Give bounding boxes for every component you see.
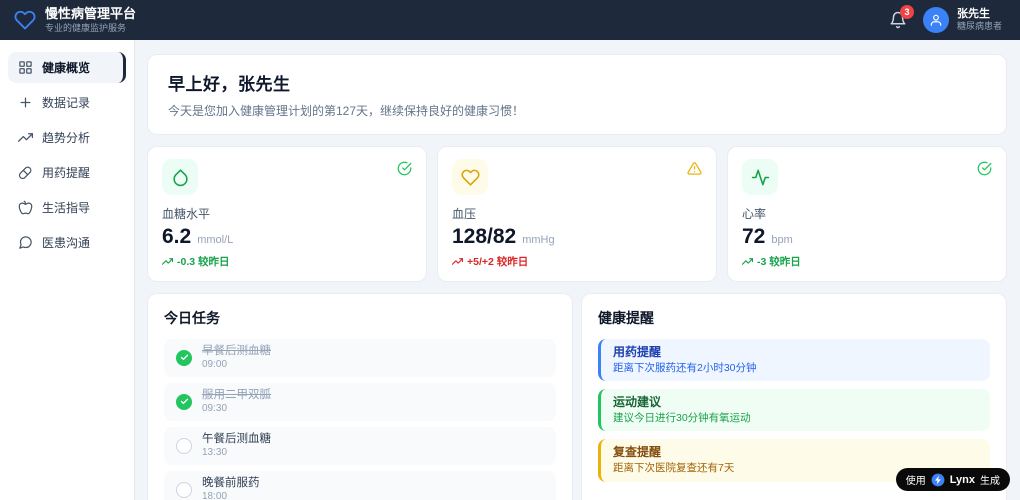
trending-up-icon xyxy=(18,130,33,145)
task-row[interactable]: 服用二甲双胍 09:30 xyxy=(164,382,556,421)
sidebar-item-label: 医患沟通 xyxy=(42,236,91,250)
notification-badge: 3 xyxy=(899,5,914,19)
greeting-card: 早上好，张先生 今天是您加入健康管理计划的第127天，继续保持良好的健康习惯！ xyxy=(147,54,1007,135)
sidebar: 健康概览 数据记录 趋势分析 用药提醒 生活指导 医患沟通 xyxy=(0,40,135,500)
stat-label: 血压 xyxy=(452,207,477,221)
sidebar-item-label: 趋势分析 xyxy=(42,131,91,145)
reminder-title: 用药提醒 xyxy=(613,345,662,359)
person-icon xyxy=(930,14,942,26)
task-name: 晚餐前服药 xyxy=(202,476,260,489)
task-done-icon[interactable] xyxy=(176,349,192,366)
app-subtitle: 专业的健康监护服务 xyxy=(45,22,127,33)
brand: 慢性病管理平台 专业的健康监护服务 xyxy=(14,6,136,33)
stat-label: 血糖水平 xyxy=(162,207,211,221)
sidebar-item-life-guidance[interactable]: 生活指导 xyxy=(8,192,126,223)
stat-card-heart-rate[interactable]: 心率 72 bpm -3 较昨日 xyxy=(727,146,1007,282)
notification-bell-button[interactable]: 3 xyxy=(889,5,914,29)
main-content: 早上好，张先生 今天是您加入健康管理计划的第127天，继续保持良好的健康习惯！ … xyxy=(135,40,1020,500)
stat-trend: -0.3 较昨日 xyxy=(162,254,412,269)
trend-arrow-icon xyxy=(742,258,753,265)
sidebar-item-label: 生活指导 xyxy=(42,201,91,215)
sidebar-item-health-overview[interactable]: 健康概览 xyxy=(8,52,126,83)
alert-triangle-icon xyxy=(687,161,702,176)
stat-card-blood-sugar[interactable]: 血糖水平 6.2 mmol/L -0.3 较昨日 xyxy=(147,146,427,282)
trend-arrow-icon xyxy=(162,258,173,265)
plus-icon xyxy=(18,95,33,110)
stat-unit: bpm xyxy=(771,234,793,246)
task-todo-icon[interactable] xyxy=(176,437,192,454)
task-done-icon[interactable] xyxy=(176,393,192,410)
check-circle-icon xyxy=(397,161,412,176)
today-tasks-panel: 今日任务 早餐后测血糖 09:00 服用二甲双胍 09:30 午餐后测血糖 13:30… xyxy=(147,293,573,500)
stat-value: 72 xyxy=(742,225,766,248)
heart-icon xyxy=(452,159,488,195)
task-time: 09:00 xyxy=(202,359,228,371)
stats-row: 血糖水平 6.2 mmol/L -0.3 较昨日 血压 128/82 mmHg xyxy=(147,146,1007,282)
task-name: 服用二甲双胍 xyxy=(202,388,271,401)
task-name: 早餐后测血糖 xyxy=(202,345,271,357)
pill-icon xyxy=(18,165,33,180)
chat-bubble-icon xyxy=(18,235,33,250)
stat-label: 心率 xyxy=(742,207,767,221)
badge-prefix: 使用 xyxy=(905,476,926,487)
sidebar-item-doctor-communication[interactable]: 医患沟通 xyxy=(8,227,126,258)
sidebar-item-label: 数据记录 xyxy=(42,96,91,110)
stat-trend: -3 较昨日 xyxy=(742,254,992,269)
user-avatar xyxy=(922,7,949,33)
task-name: 午餐后测血糖 xyxy=(202,432,271,445)
sidebar-item-label: 健康概览 xyxy=(42,61,91,75)
stat-value: 6.2 xyxy=(162,225,192,248)
badge-suffix: 生成 xyxy=(980,476,1000,487)
stat-unit: mmHg xyxy=(522,234,555,246)
task-todo-icon[interactable] xyxy=(176,481,192,498)
badge-brand: Lynx xyxy=(949,473,975,486)
stat-unit: mmol/L xyxy=(197,234,234,246)
droplet-icon xyxy=(162,159,198,195)
tasks-panel-title: 今日任务 xyxy=(164,310,220,326)
task-row[interactable]: 早餐后测血糖 09:00 xyxy=(164,339,556,377)
stat-card-blood-pressure[interactable]: 血压 128/82 mmHg +5/+2 较昨日 xyxy=(437,146,717,282)
reminder-desc: 距离下次服药还有2小时30分钟 xyxy=(613,361,757,374)
reminder-medication[interactable]: 用药提醒 距离下次服药还有2小时30分钟 xyxy=(598,339,990,382)
sidebar-item-label: 用药提醒 xyxy=(42,166,91,180)
app-header: 慢性病管理平台 专业的健康监护服务 3 张先生 糖尿病患者 xyxy=(0,0,1020,40)
trend-arrow-icon xyxy=(452,258,463,265)
reminder-exercise[interactable]: 运动建议 建议今日进行30分钟有氧运动 xyxy=(598,389,990,432)
check-circle-icon xyxy=(977,161,992,176)
app-title: 慢性病管理平台 xyxy=(45,6,137,22)
task-row[interactable]: 午餐后测血糖 13:30 xyxy=(164,426,556,465)
reminders-panel-title: 健康提醒 xyxy=(598,310,654,326)
stat-value: 128/82 xyxy=(452,225,517,248)
sidebar-item-trend-analysis[interactable]: 趋势分析 xyxy=(8,122,126,153)
task-time: 13:30 xyxy=(202,447,228,459)
heart-logo-icon xyxy=(14,9,36,31)
lynx-generated-badge[interactable]: 使用 Lynx 生成 xyxy=(895,468,1010,491)
task-row[interactable]: 晚餐前服药 18:00 xyxy=(164,470,556,500)
user-name: 张先生 xyxy=(956,7,990,20)
task-time: 18:00 xyxy=(202,491,228,500)
reminder-desc: 建议今日进行30分钟有氧运动 xyxy=(613,411,751,424)
apple-icon xyxy=(18,200,33,215)
sidebar-item-medication-reminder[interactable]: 用药提醒 xyxy=(8,157,126,188)
task-time: 09:30 xyxy=(202,403,228,415)
greeting-subtitle: 今天是您加入健康管理计划的第127天，继续保持良好的健康习惯！ xyxy=(168,104,525,118)
reminder-title: 运动建议 xyxy=(613,395,662,410)
activity-icon xyxy=(742,159,778,195)
grid-icon xyxy=(18,60,33,75)
sidebar-item-data-records[interactable]: 数据记录 xyxy=(8,87,126,118)
reminder-title: 复查提醒 xyxy=(613,445,662,460)
greeting-title: 早上好，张先生 xyxy=(168,75,291,94)
lynx-logo-icon xyxy=(931,473,945,486)
user-role: 糖尿病患者 xyxy=(956,21,1002,32)
user-menu[interactable]: 张先生 糖尿病患者 xyxy=(922,7,1002,33)
stat-trend: +5/+2 较昨日 xyxy=(452,254,702,269)
